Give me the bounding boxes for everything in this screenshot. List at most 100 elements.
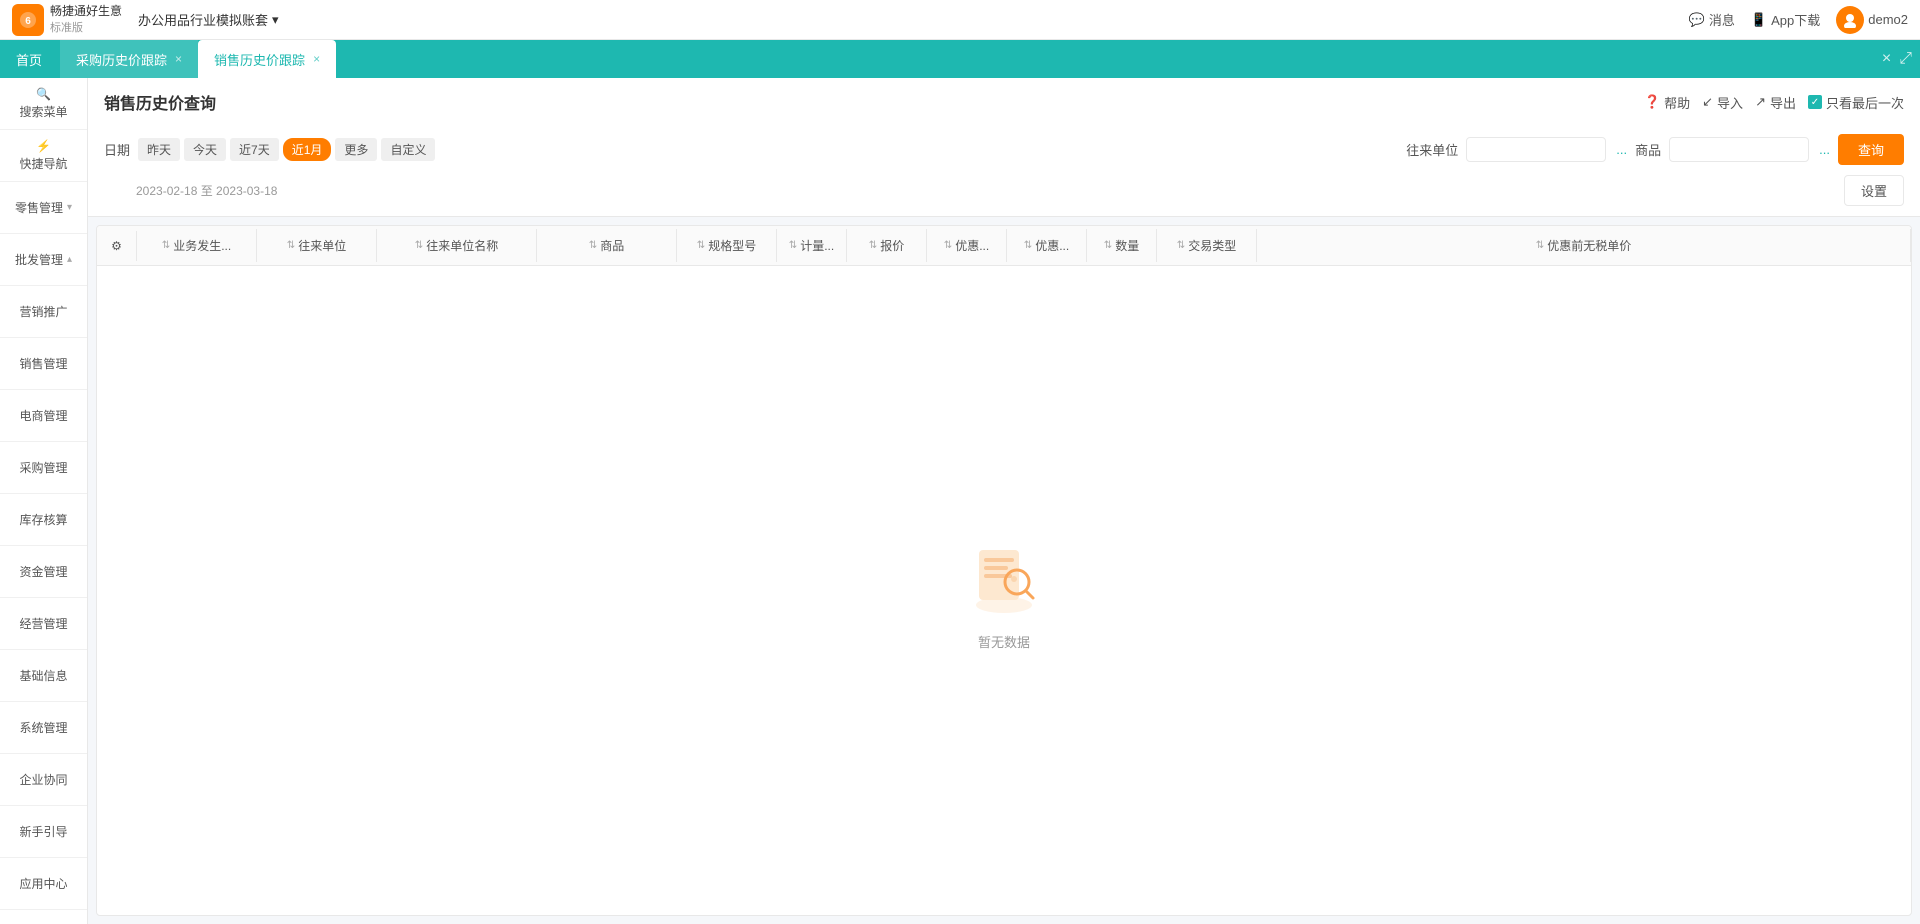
query-button[interactable]: 查询 (1838, 134, 1904, 165)
app-download-button[interactable]: 📱 App下载 (1751, 10, 1820, 29)
account-dropdown[interactable]: 办公用品行业模拟账套 ▾ (130, 6, 287, 33)
only-last-checkbox[interactable]: ✓ 只看最后一次 (1808, 93, 1904, 112)
sidebar-item-operations[interactable]: 经营管理 (0, 598, 87, 650)
product-label: 商品 (1635, 140, 1661, 159)
date-btn-more[interactable]: 更多 (335, 138, 377, 161)
th-discount2-label: 优惠... (1035, 237, 1069, 254)
th-spec[interactable]: ⇅ 规格型号 (677, 229, 777, 262)
date-btn-yesterday[interactable]: 昨天 (138, 138, 180, 161)
th-date[interactable]: ⇅ 业务发生... (137, 229, 257, 262)
th-date-sort-icon: ⇅ (162, 240, 170, 251)
th-partner-name[interactable]: ⇅ 往来单位名称 (377, 229, 537, 262)
date-btn-1month[interactable]: 近1月 (283, 138, 332, 161)
tab-sales-history[interactable]: 销售历史价跟踪 × (198, 40, 336, 78)
sidebar-item-enterprise[interactable]: 企业协同 (0, 754, 87, 806)
th-partner-code[interactable]: ⇅ 往来单位 (257, 229, 377, 262)
tab-sales-label: 销售历史价跟踪 (214, 50, 305, 69)
th-spec-label: 规格型号 (708, 237, 756, 254)
sidebar-item-marketing[interactable]: 营销推广 (0, 286, 87, 338)
table-container: ⚙ ⇅ 业务发生... ⇅ 往来单位 ⇅ 往来单位名称 ⇅ 商品 (96, 225, 1912, 916)
tab-sales-close[interactable]: × (313, 52, 320, 66)
export-button[interactable]: ↗ 导出 (1755, 93, 1796, 112)
sidebar-item-finance[interactable]: 资金管理 (0, 546, 87, 598)
import-icon: ↙ (1702, 94, 1713, 110)
sidebar-item-inventory[interactable]: 库存核算 (0, 494, 87, 546)
quicknav-icon: ⚡ (36, 139, 51, 153)
sidebar-item-sales-mgmt[interactable]: 销售管理 (0, 338, 87, 390)
sidebar-item-wechat[interactable]: 企业微信 (0, 910, 87, 924)
tab-bar-actions: × ⤢ (1882, 50, 1912, 68)
sidebar-item-appcenter[interactable]: 应用中心 (0, 858, 87, 910)
product-ellipsis[interactable]: ... (1819, 142, 1830, 157)
partner-label: 往来单位 (1406, 140, 1458, 159)
partner-input[interactable] (1466, 137, 1606, 162)
th-discount2[interactable]: ⇅ 优惠... (1007, 229, 1087, 262)
help-button[interactable]: ❓ 帮助 (1644, 93, 1690, 112)
date-range-text: 2023-02-18 至 2023-03-18 (136, 182, 277, 199)
product-input[interactable] (1669, 137, 1809, 162)
sidebar-label-quicknav: 快捷导航 (19, 155, 67, 172)
th-unit[interactable]: ⇅ 计量... (777, 229, 847, 262)
content-area: 销售历史价查询 ❓ 帮助 ↙ 导入 ↗ 导出 (88, 78, 1920, 924)
partner-ellipsis[interactable]: ... (1616, 142, 1627, 157)
th-spec-sort-icon: ⇅ (697, 240, 705, 251)
th-trade-type-label: 交易类型 (1188, 237, 1236, 254)
sidebar-item-retail[interactable]: 零售管理 ▾ (0, 182, 87, 234)
sidebar-item-guide[interactable]: 新手引导 (0, 806, 87, 858)
table-body: 暂无数据 (97, 266, 1911, 915)
sidebar-item-quicknav[interactable]: ⚡ 快捷导航 (0, 130, 87, 182)
sidebar-label-wholesale: 批发管理 (15, 251, 63, 268)
th-trade-type[interactable]: ⇅ 交易类型 (1157, 229, 1257, 262)
th-discount2-sort-icon: ⇅ (1024, 240, 1032, 251)
th-discount1-label: 优惠... (955, 237, 989, 254)
th-partner-sort-icon: ⇅ (287, 240, 295, 251)
settings-gear-icon: ⚙ (111, 239, 122, 253)
date-btn-custom[interactable]: 自定义 (381, 138, 435, 161)
user-menu[interactable]: demo2 (1836, 6, 1908, 34)
sidebar-item-ecommerce[interactable]: 电商管理 (0, 390, 87, 442)
top-bar-left: 6 畅捷通好生意 标准版 办公用品行业模拟账套 ▾ (12, 4, 287, 36)
th-quote[interactable]: ⇅ 报价 (847, 229, 927, 262)
sidebar-label-appcenter: 应用中心 (19, 875, 67, 892)
sidebar-item-basics[interactable]: 基础信息 (0, 650, 87, 702)
date-btn-today[interactable]: 今天 (184, 138, 226, 161)
date-label: 日期 (104, 140, 130, 159)
th-pre-tax-sort-icon: ⇅ (1536, 240, 1544, 251)
tab-purchase-close[interactable]: × (175, 52, 182, 66)
filter-row: 日期 昨天 今天 近7天 近1月 更多 自定义 往来单位 ... (104, 124, 1904, 175)
sidebar-label-basics: 基础信息 (19, 667, 67, 684)
tab-home[interactable]: 首页 (0, 40, 58, 78)
th-quote-sort-icon: ⇅ (869, 240, 877, 251)
table-header: ⚙ ⇅ 业务发生... ⇅ 往来单位 ⇅ 往来单位名称 ⇅ 商品 (97, 226, 1911, 266)
message-button[interactable]: 💬 消息 (1689, 10, 1735, 29)
import-label: 导入 (1717, 93, 1743, 112)
export-icon: ↗ (1755, 94, 1766, 110)
maximize-btn[interactable]: ⤢ (1899, 50, 1912, 68)
chevron-up-icon: ▴ (67, 254, 72, 265)
th-qty-sort-icon: ⇅ (1104, 240, 1112, 251)
close-tab-btn[interactable]: × (1882, 50, 1891, 68)
top-bar-right: 💬 消息 📱 App下载 demo2 (1689, 6, 1908, 34)
date-btn-7days[interactable]: 近7天 (230, 138, 279, 161)
sidebar-item-system[interactable]: 系统管理 (0, 702, 87, 754)
tab-purchase-history[interactable]: 采购历史价跟踪 × (60, 40, 198, 78)
sidebar-item-search[interactable]: 🔍 搜索菜单 (0, 78, 87, 130)
import-button[interactable]: ↙ 导入 (1702, 93, 1743, 112)
sidebar-item-purchase[interactable]: 采购管理 (0, 442, 87, 494)
help-label: 帮助 (1664, 93, 1690, 112)
partner-filter-group: 往来单位 ... (1406, 137, 1627, 162)
settings-button[interactable]: 设置 (1844, 175, 1904, 206)
th-pre-tax[interactable]: ⇅ 优惠前无税单价 (1257, 229, 1911, 262)
search-icon: 🔍 (36, 87, 51, 101)
th-product[interactable]: ⇅ 商品 (537, 229, 677, 262)
sidebar-label-operations: 经营管理 (19, 615, 67, 632)
empty-text: 暂无数据 (978, 632, 1030, 651)
th-discount1[interactable]: ⇅ 优惠... (927, 229, 1007, 262)
svg-text:6: 6 (25, 16, 31, 27)
th-qty[interactable]: ⇅ 数量 (1087, 229, 1157, 262)
filter-second-row: 2023-02-18 至 2023-03-18 设置 (104, 175, 1904, 216)
th-partner-code-label: 往来单位 (298, 237, 346, 254)
th-settings[interactable]: ⚙ (97, 231, 137, 261)
sidebar-item-wholesale[interactable]: 批发管理 ▴ (0, 234, 87, 286)
th-date-label: 业务发生... (173, 237, 231, 254)
